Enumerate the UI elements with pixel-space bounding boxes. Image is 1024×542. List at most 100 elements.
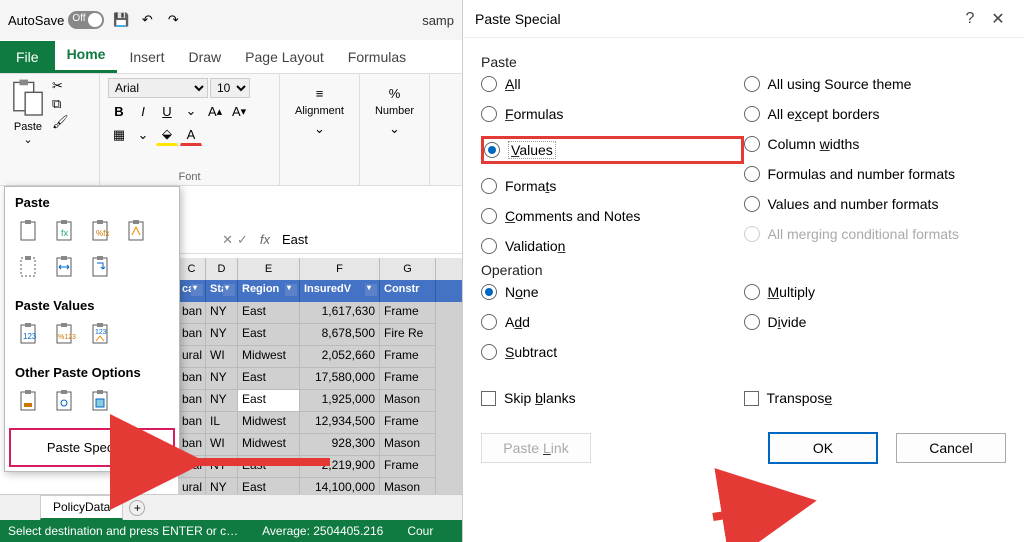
- cancel-button[interactable]: Cancel: [896, 433, 1006, 463]
- tab-page-layout[interactable]: Page Layout: [233, 41, 336, 73]
- paste-link-icon[interactable]: [51, 386, 81, 416]
- increase-font-icon[interactable]: A▴: [204, 100, 226, 122]
- italic-button[interactable]: I: [132, 100, 154, 122]
- tab-formulas[interactable]: Formulas: [336, 41, 418, 73]
- table-row[interactable]: banNYEast1,617,630Frame: [178, 302, 462, 324]
- font-size-select[interactable]: 10: [210, 78, 250, 98]
- sheet-tab-policydata[interactable]: PolicyData: [40, 495, 123, 520]
- paste-values-nf-icon[interactable]: %123: [51, 319, 81, 349]
- radio-subtract[interactable]: Subtract: [481, 344, 744, 360]
- check-skip-blanks[interactable]: Skip blanks: [481, 390, 744, 406]
- chevron-down-icon[interactable]: ⌄: [8, 133, 48, 146]
- undo-icon[interactable]: ↶: [138, 11, 156, 29]
- table-row[interactable]: uralWIMidwest2,052,660Frame: [178, 346, 462, 368]
- borders-icon[interactable]: ▦: [108, 124, 130, 146]
- table-row[interactable]: banWIMidwest928,300Mason: [178, 434, 462, 456]
- font-group: Arial 10 B I U ⌄ A▴ A▾ ▦ ⌄ ⬙ A Font: [100, 74, 280, 185]
- cut-icon[interactable]: ✂: [52, 78, 70, 94]
- percent-icon[interactable]: %: [389, 86, 401, 101]
- decrease-font-icon[interactable]: A▾: [228, 100, 250, 122]
- radio-all[interactable]: All: [481, 76, 744, 92]
- font-color-icon[interactable]: A: [180, 124, 202, 146]
- table-row[interactable]: banNYEast8,678,500Fire Re: [178, 324, 462, 346]
- radio-none[interactable]: None: [481, 284, 744, 300]
- radio-all-except-borders[interactable]: All except borders: [744, 106, 1007, 122]
- radio-values-nf[interactable]: Values and number formats: [744, 196, 1007, 212]
- tab-insert[interactable]: Insert: [117, 41, 176, 73]
- check-transpose[interactable]: Transpose: [744, 390, 1007, 406]
- align-icon[interactable]: ≡: [316, 86, 324, 101]
- copy-icon[interactable]: ⧉: [52, 96, 70, 112]
- radio-values[interactable]: Values: [484, 141, 556, 159]
- tab-home[interactable]: Home: [55, 38, 118, 73]
- paste-special-menuitem[interactable]: Paste Special...: [9, 428, 175, 467]
- font-group-label: Font: [178, 171, 200, 183]
- formula-input[interactable]: [278, 230, 462, 249]
- radio-formulas-nf[interactable]: Formulas and number formats: [744, 166, 1007, 182]
- radio-formats[interactable]: Formats: [481, 178, 744, 194]
- field-headers[interactable]: cat Sta Region InsuredV Constr: [178, 280, 462, 302]
- paste-values-format-icon[interactable]: 123: [87, 319, 117, 349]
- radio-validation[interactable]: Validation: [481, 238, 744, 254]
- paste-keep-formatting-icon[interactable]: [123, 216, 153, 246]
- underline-button[interactable]: U: [156, 100, 178, 122]
- cancel-icon[interactable]: ✕: [222, 232, 233, 248]
- operation-group-header: Operation: [481, 262, 1006, 278]
- column-headers[interactable]: C D E F G: [178, 258, 462, 280]
- chevron-down-icon[interactable]: ⌄: [132, 124, 154, 146]
- paste-transpose-icon[interactable]: [87, 252, 117, 282]
- fx-icon[interactable]: fx: [260, 232, 270, 247]
- radio-all-theme[interactable]: All using Source theme: [744, 76, 1007, 92]
- radio-add[interactable]: Add: [481, 314, 744, 330]
- svg-text:123: 123: [23, 332, 37, 341]
- ok-button[interactable]: OK: [768, 432, 878, 464]
- clipboard-group: Paste ⌄ ✂ ⧉ 🖌: [0, 74, 100, 185]
- paste-all-icon[interactable]: [15, 216, 45, 246]
- fill-color-icon[interactable]: ⬙: [156, 124, 178, 146]
- chevron-down-icon[interactable]: ⌄: [180, 100, 202, 122]
- chevron-down-icon[interactable]: ⌄: [389, 121, 400, 137]
- radio-multiply[interactable]: Multiply: [744, 284, 1007, 300]
- paste-values-icon[interactable]: 123: [15, 319, 45, 349]
- svg-text:%fx: %fx: [96, 229, 109, 238]
- chevron-down-icon[interactable]: ⌄: [314, 121, 325, 137]
- toggle-switch[interactable]: Off: [68, 11, 104, 29]
- autosave-toggle[interactable]: AutoSave Off: [8, 11, 104, 29]
- paste-col-width-icon[interactable]: [51, 252, 81, 282]
- tab-draw[interactable]: Draw: [176, 41, 233, 73]
- table-row[interactable]: banILMidwest12,934,500Frame: [178, 412, 462, 434]
- help-icon[interactable]: ?: [956, 10, 984, 28]
- alignment-label: Alignment: [295, 105, 344, 117]
- radio-comments[interactable]: Comments and Notes: [481, 208, 744, 224]
- filename: samp: [422, 13, 454, 28]
- radio-formulas[interactable]: Formulas: [481, 106, 744, 122]
- ribbon: Paste ⌄ ✂ ⧉ 🖌 Arial 10 B I U ⌄ A▴: [0, 74, 462, 186]
- radio-col-widths[interactable]: Column widths: [744, 136, 1007, 152]
- bold-button[interactable]: B: [108, 100, 130, 122]
- grid[interactable]: C D E F G cat Sta Region InsuredV Constr…: [178, 258, 462, 522]
- save-icon[interactable]: 💾: [112, 11, 130, 29]
- paste-no-borders-icon[interactable]: [15, 252, 45, 282]
- font-name-select[interactable]: Arial: [108, 78, 208, 98]
- paste-formatting-icon[interactable]: [15, 386, 45, 416]
- new-sheet-icon[interactable]: +: [129, 500, 145, 516]
- enter-icon[interactable]: ✓: [237, 232, 248, 248]
- status-bar: Select destination and press ENTER or c……: [0, 520, 462, 542]
- paste-group-header: Paste: [481, 54, 1006, 70]
- paste-section-title: Paste: [5, 187, 179, 214]
- tab-file[interactable]: File: [0, 41, 55, 73]
- format-painter-icon[interactable]: 🖌: [52, 114, 70, 130]
- paste-formulas-nf-icon[interactable]: %fx: [87, 216, 117, 246]
- status-count: Cour: [407, 524, 433, 538]
- redo-icon[interactable]: ↷: [164, 11, 182, 29]
- table-row[interactable]: banNYEast1,925,000Mason: [178, 390, 462, 412]
- table-row[interactable]: uralNYEast2,219,900Frame: [178, 456, 462, 478]
- paste-formulas-icon[interactable]: fx: [51, 216, 81, 246]
- paste-button[interactable]: Paste ⌄: [8, 78, 48, 146]
- close-icon[interactable]: ✕: [984, 9, 1012, 29]
- paste-picture-icon[interactable]: [87, 386, 117, 416]
- autosave-label: AutoSave: [8, 13, 64, 28]
- radio-divide[interactable]: Divide: [744, 314, 1007, 330]
- table-row[interactable]: banNYEast17,580,000Frame: [178, 368, 462, 390]
- sheet-tabs: PolicyData +: [0, 494, 462, 520]
